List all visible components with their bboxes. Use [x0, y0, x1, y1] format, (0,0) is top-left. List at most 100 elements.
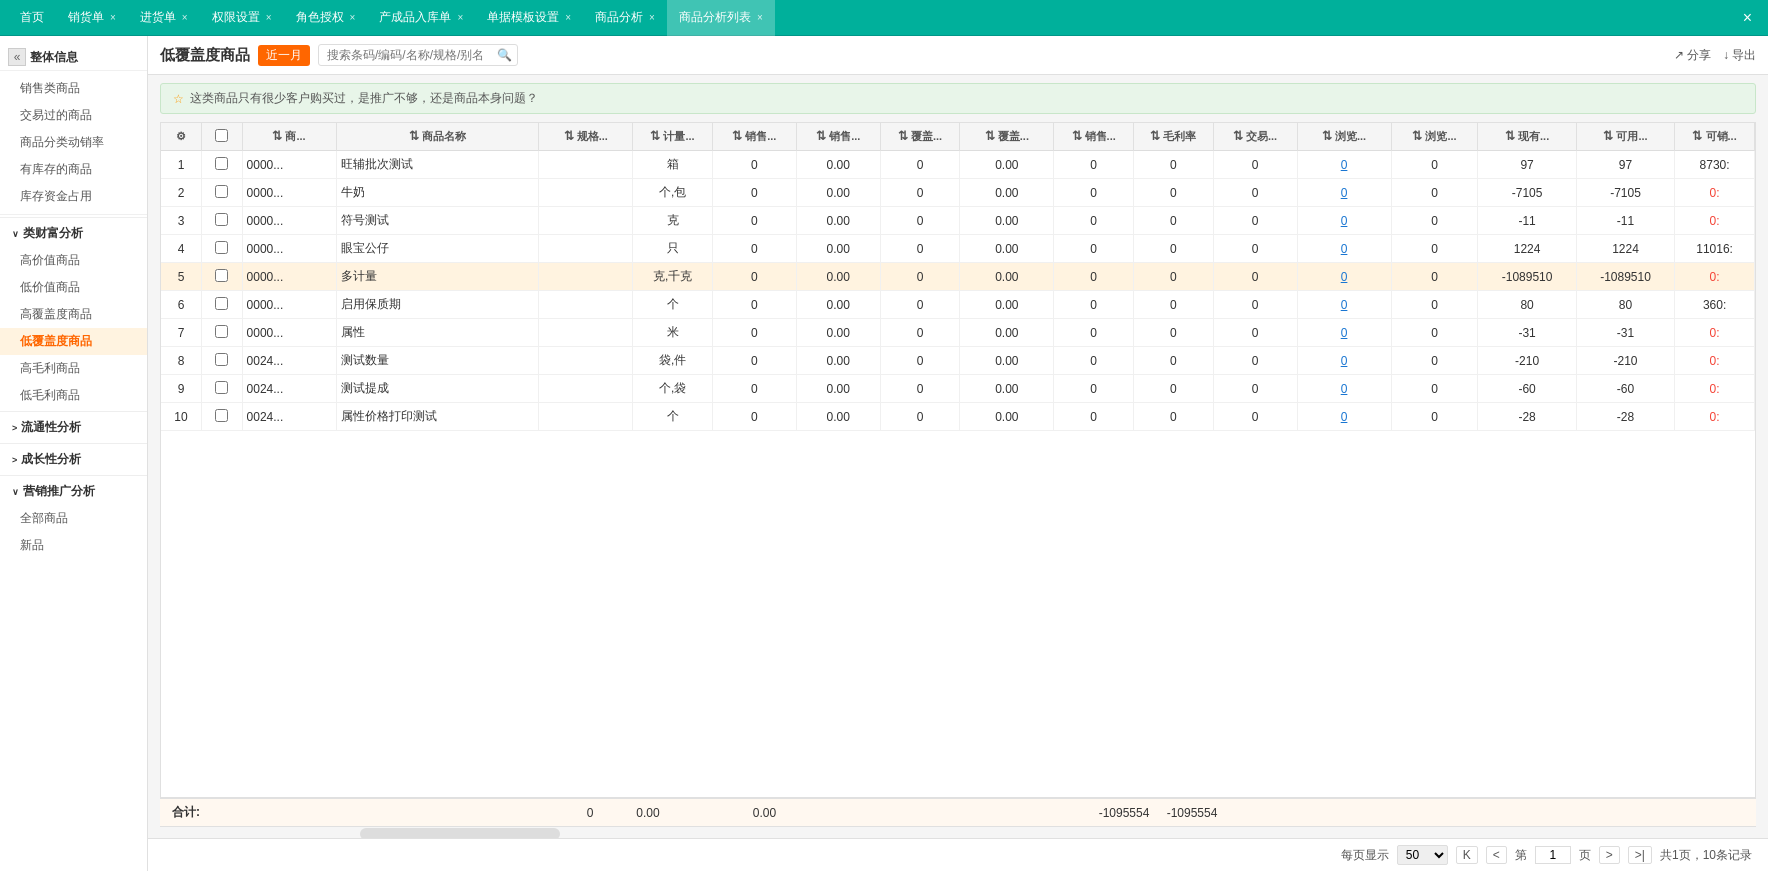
- page-number-input[interactable]: [1535, 846, 1571, 864]
- sidebar-item-high-value[interactable]: 高价值商品: [0, 247, 147, 274]
- row-checkbox[interactable]: [202, 235, 243, 263]
- column-margin[interactable]: ⇅ 毛利率: [1133, 123, 1213, 151]
- row-select-checkbox[interactable]: [215, 297, 228, 310]
- row-browse1[interactable]: 0: [1297, 319, 1391, 347]
- row-browse1[interactable]: 0: [1297, 235, 1391, 263]
- column-cover1[interactable]: ⇅ 覆盖...: [880, 123, 960, 151]
- close-template-tab[interactable]: ×: [565, 12, 571, 23]
- sidebar-item-sales-goods[interactable]: 销售类商品: [0, 75, 147, 102]
- column-sellable[interactable]: ⇅ 可销...: [1675, 123, 1755, 151]
- sidebar-section-liquidity[interactable]: > 流通性分析: [0, 414, 147, 441]
- column-browse2[interactable]: ⇅ 浏览...: [1391, 123, 1478, 151]
- close-roles-tab[interactable]: ×: [350, 12, 356, 23]
- row-browse1[interactable]: 0: [1297, 403, 1391, 431]
- close-analysis-tab[interactable]: ×: [649, 12, 655, 23]
- row-select-checkbox[interactable]: [215, 409, 228, 422]
- first-page-button[interactable]: K: [1456, 846, 1478, 864]
- sidebar-item-low-margin[interactable]: 低毛利商品: [0, 382, 147, 409]
- prev-page-button[interactable]: <: [1486, 846, 1507, 864]
- sidebar-section-wealth[interactable]: ∨ 类财富分析: [0, 220, 147, 247]
- sidebar-section-marketing[interactable]: ∨ 营销推广分析: [0, 478, 147, 505]
- column-cover2[interactable]: ⇅ 覆盖...: [960, 123, 1054, 151]
- sidebar-item-traded-goods[interactable]: 交易过的商品: [0, 102, 147, 129]
- row-select-checkbox[interactable]: [215, 353, 228, 366]
- nav-tab-analysis-list[interactable]: 商品分析列表 ×: [667, 0, 775, 36]
- column-checkbox[interactable]: [202, 123, 243, 151]
- column-sale1[interactable]: ⇅ 销售...: [712, 123, 796, 151]
- row-browse1[interactable]: 0: [1297, 263, 1391, 291]
- share-button[interactable]: ↗ 分享: [1674, 47, 1711, 64]
- column-unit[interactable]: ⇅ 计量...: [633, 123, 713, 151]
- row-select-checkbox[interactable]: [215, 269, 228, 282]
- export-button[interactable]: ↓ 导出: [1723, 47, 1756, 64]
- row-browse1[interactable]: 0: [1297, 207, 1391, 235]
- column-trade[interactable]: ⇅ 交易...: [1213, 123, 1297, 151]
- row-checkbox[interactable]: [202, 403, 243, 431]
- row-select-checkbox[interactable]: [215, 325, 228, 338]
- select-all-checkbox[interactable]: [215, 129, 228, 142]
- nav-tab-permissions[interactable]: 权限设置 ×: [200, 0, 284, 36]
- nav-tab-home[interactable]: 首页: [8, 0, 56, 36]
- sidebar-item-low-coverage[interactable]: 低覆盖度商品: [0, 328, 147, 355]
- close-inventory-tab[interactable]: ×: [457, 12, 463, 23]
- column-current[interactable]: ⇅ 现有...: [1478, 123, 1576, 151]
- nav-tab-template[interactable]: 单据模板设置 ×: [475, 0, 583, 36]
- row-select-checkbox[interactable]: [215, 241, 228, 254]
- horizontal-scrollbar[interactable]: [160, 826, 1756, 838]
- column-code[interactable]: ⇅ 商...: [242, 123, 336, 151]
- row-select-checkbox[interactable]: [215, 213, 228, 226]
- row-checkbox[interactable]: [202, 291, 243, 319]
- close-purchase-tab[interactable]: ×: [182, 12, 188, 23]
- row-select-checkbox[interactable]: [215, 381, 228, 394]
- column-settings[interactable]: ⚙: [161, 123, 202, 151]
- nav-tab-sales[interactable]: 销货单 ×: [56, 0, 128, 36]
- page-size-select[interactable]: 50 20 100: [1397, 845, 1448, 865]
- sidebar-item-in-stock[interactable]: 有库存的商品: [0, 156, 147, 183]
- row-browse1[interactable]: 0: [1297, 151, 1391, 179]
- close-sales-tab[interactable]: ×: [110, 12, 116, 23]
- column-sale2[interactable]: ⇅ 销售...: [796, 123, 880, 151]
- row-select-checkbox[interactable]: [215, 157, 228, 170]
- column-name[interactable]: ⇅ 商品名称: [336, 123, 539, 151]
- row-select-checkbox[interactable]: [215, 185, 228, 198]
- table-row: 10 0024... 属性价格打印测试 个 0 0.00 0 0.00 0 0 …: [161, 403, 1755, 431]
- row-checkbox[interactable]: [202, 263, 243, 291]
- column-avail[interactable]: ⇅ 可用...: [1576, 123, 1674, 151]
- sidebar-collapse-button[interactable]: «: [8, 48, 26, 66]
- close-analysis-list-tab[interactable]: ×: [757, 12, 763, 23]
- column-browse1[interactable]: ⇅ 浏览...: [1297, 123, 1391, 151]
- row-checkbox[interactable]: [202, 207, 243, 235]
- sidebar-item-low-value[interactable]: 低价值商品: [0, 274, 147, 301]
- last-page-button[interactable]: >|: [1628, 846, 1652, 864]
- nav-tab-inventory[interactable]: 产成品入库单 ×: [367, 0, 475, 36]
- sidebar-item-high-margin[interactable]: 高毛利商品: [0, 355, 147, 382]
- row-browse1[interactable]: 0: [1297, 375, 1391, 403]
- time-filter-button[interactable]: 近一月: [258, 45, 310, 66]
- row-checkbox[interactable]: [202, 151, 243, 179]
- close-permissions-tab[interactable]: ×: [266, 12, 272, 23]
- sidebar-item-stock-capital[interactable]: 库存资金占用: [0, 183, 147, 210]
- row-checkbox[interactable]: [202, 347, 243, 375]
- row-browse1[interactable]: 0: [1297, 347, 1391, 375]
- window-close-button[interactable]: ×: [1735, 9, 1760, 27]
- sidebar-item-category-rate[interactable]: 商品分类动销率: [0, 129, 147, 156]
- row-checkbox[interactable]: [202, 319, 243, 347]
- sidebar-item-all-goods[interactable]: 全部商品: [0, 505, 147, 532]
- search-input[interactable]: [318, 44, 518, 66]
- sidebar-item-new-goods[interactable]: 新品: [0, 532, 147, 559]
- row-browse1[interactable]: 0: [1297, 179, 1391, 207]
- data-table-container[interactable]: ⚙ ⇅ 商... ⇅ 商品名称 ⇅ 规格...: [160, 122, 1756, 798]
- row-checkbox[interactable]: [202, 375, 243, 403]
- search-icon[interactable]: 🔍: [497, 48, 512, 62]
- nav-tab-roles[interactable]: 角色授权 ×: [284, 0, 368, 36]
- sidebar-item-high-coverage[interactable]: 高覆盖度商品: [0, 301, 147, 328]
- row-browse1[interactable]: 0: [1297, 291, 1391, 319]
- column-sale3[interactable]: ⇅ 销售...: [1054, 123, 1134, 151]
- nav-tab-analysis[interactable]: 商品分析 ×: [583, 0, 667, 36]
- top-navigation: 首页 销货单 × 进货单 × 权限设置 × 角色授权 × 产成品入库单 × 单据…: [0, 0, 1768, 36]
- column-spec[interactable]: ⇅ 规格...: [539, 123, 633, 151]
- sidebar-section-growth[interactable]: > 成长性分析: [0, 446, 147, 473]
- row-checkbox[interactable]: [202, 179, 243, 207]
- nav-tab-purchase[interactable]: 进货单 ×: [128, 0, 200, 36]
- next-page-button[interactable]: >: [1599, 846, 1620, 864]
